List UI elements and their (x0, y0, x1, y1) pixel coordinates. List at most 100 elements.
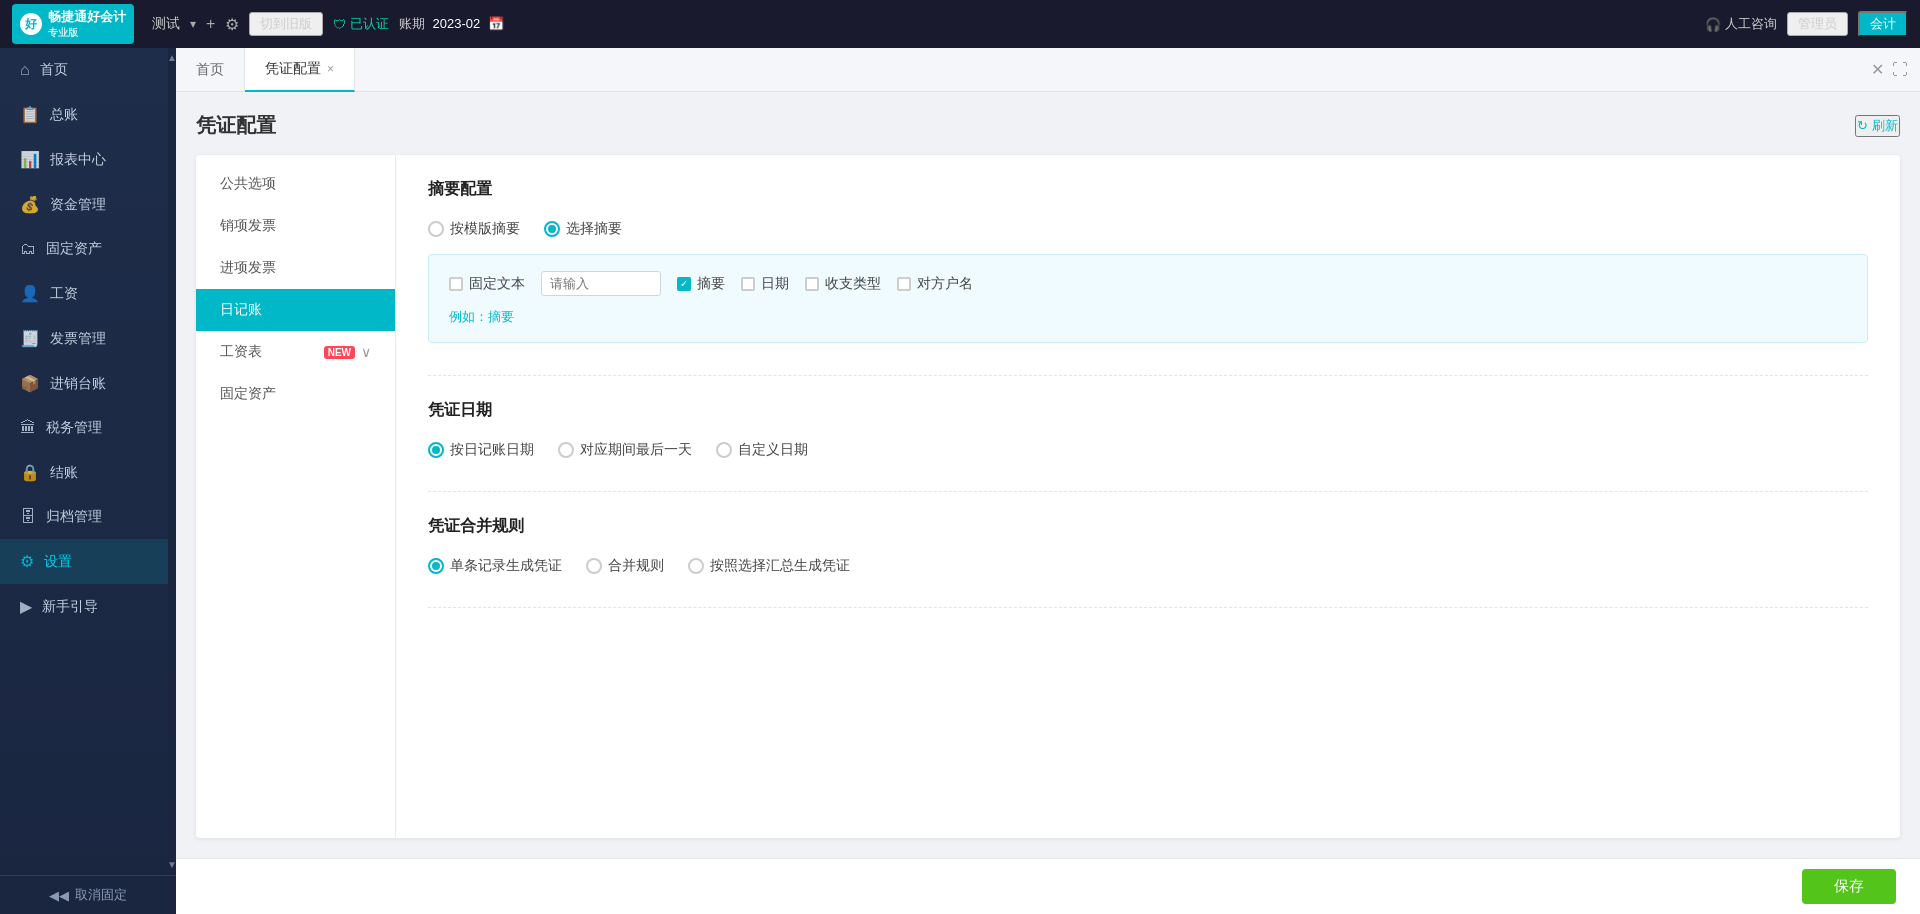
merge-radio-rule[interactable]: 合并规则 (586, 557, 664, 575)
merge-radio-selection[interactable]: 按照选择汇总生成凭证 (688, 557, 850, 575)
logo-icon: 好 (20, 13, 42, 35)
sidebar-item-asset[interactable]: 🗂 固定资产 (0, 227, 176, 271)
merge-section-title: 凭证合并规则 (428, 516, 1868, 537)
home-icon: ⌂ (20, 61, 30, 79)
date-radio-custom[interactable]: 自定义日期 (716, 441, 808, 459)
tab-close-icon[interactable]: × (327, 62, 334, 76)
consult-button[interactable]: 🎧 人工咨询 (1705, 15, 1777, 33)
gear-sidebar-icon: ⚙ (20, 552, 34, 571)
topbar: 好 畅捷通好会计 专业版 测试 ▾ + ⚙ 切到旧版 🛡 已认证 账期 2023… (0, 0, 1920, 48)
payment-type-checkbox-box (805, 277, 819, 291)
left-nav-sales-invoice[interactable]: 销项发票 (196, 205, 395, 247)
tab-bar: 首页 凭证配置 × ✕ ⛶ (176, 48, 1920, 92)
unpin-icon: ◀◀ (49, 888, 69, 903)
sidebar-scroll-up[interactable]: ▲ (167, 52, 177, 63)
merge-radio-single[interactable]: 单条记录生成凭证 (428, 557, 562, 575)
add-project-button[interactable]: + (206, 15, 215, 33)
refresh-icon: ↻ (1857, 118, 1868, 133)
date-checkbox-box (741, 277, 755, 291)
summary-section-title: 摘要配置 (428, 179, 1868, 200)
date-radio-group: 按日记账日期 对应期间最后一天 自定义日期 (428, 441, 1868, 459)
page-header: 凭证配置 ↻ 刷新 (196, 112, 1900, 139)
sidebar-item-report[interactable]: 📊 报表中心 (0, 137, 176, 182)
sidebar-item-tax[interactable]: 🏛 税务管理 (0, 406, 176, 450)
logo: 好 畅捷通好会计 专业版 (12, 4, 134, 44)
fixed-text-checkbox-box (449, 277, 463, 291)
invoice-icon: 🧾 (20, 329, 40, 348)
guide-icon: ▶ (20, 597, 32, 616)
headset-icon: 🎧 (1705, 17, 1721, 32)
tab-home[interactable]: 首页 (176, 48, 245, 92)
sidebar-item-home[interactable]: ⌂ 首页 (0, 48, 176, 92)
left-nav-payroll-table[interactable]: 工资表 true NEW ∨ (196, 331, 395, 373)
summary-radio-group: 按模版摘要 选择摘要 (428, 220, 1868, 238)
summary-example: 例如：摘要 (449, 308, 1847, 326)
sidebar-item-guide[interactable]: ▶ 新手引导 (0, 584, 176, 629)
left-nav-journal[interactable]: 日记账 (196, 289, 395, 331)
summary-section: 摘要配置 按模版摘要 选择摘要 (428, 179, 1868, 343)
payment-type-checkbox[interactable]: 收支类型 (805, 275, 881, 293)
old-version-button[interactable]: 切到旧版 (249, 12, 323, 36)
radio-select-circle (544, 221, 560, 237)
expand-button[interactable]: ⛶ (1892, 61, 1908, 79)
cancel-fixed-button[interactable]: ◀◀ 取消固定 (0, 875, 176, 914)
sidebar-item-archive[interactable]: 🗄 归档管理 (0, 495, 176, 539)
divider-1 (428, 375, 1868, 376)
project-dropdown[interactable]: ▾ (190, 17, 196, 31)
refresh-button[interactable]: ↻ 刷新 (1855, 115, 1900, 137)
split-panel: 公共选项 销项发票 进项发票 日记账 工资表 true (196, 155, 1900, 838)
summary-radio-template[interactable]: 按模版摘要 (428, 220, 520, 238)
date-radio-last[interactable]: 对应期间最后一天 (558, 441, 692, 459)
left-nav: 公共选项 销项发票 进项发票 日记账 工资表 true (196, 155, 396, 838)
manager-button[interactable]: 管理员 (1787, 12, 1848, 36)
sidebar-scroll-down[interactable]: ▼ (167, 859, 177, 870)
divider-3 (428, 607, 1868, 608)
sidebar-item-invoice[interactable]: 🧾 发票管理 (0, 316, 176, 361)
sidebar-item-settings[interactable]: ⚙ 设置 (0, 539, 176, 584)
project-name: 测试 (152, 15, 180, 33)
tax-icon: 🏛 (20, 419, 36, 437)
radio-rule-circle (586, 558, 602, 574)
date-radio-journal[interactable]: 按日记账日期 (428, 441, 534, 459)
merge-radio-group: 单条记录生成凭证 合并规则 按照选择汇总生成凭证 (428, 557, 1868, 575)
counterpart-checkbox[interactable]: 对方户名 (897, 275, 973, 293)
calendar-icon[interactable]: 📅 (488, 16, 504, 31)
summary-checkbox[interactable]: 摘要 (677, 275, 725, 293)
report-icon: 📊 (20, 150, 40, 169)
summary-radio-select[interactable]: 选择摘要 (544, 220, 622, 238)
merge-section: 凭证合并规则 单条记录生成凭证 合并规则 (428, 516, 1868, 575)
fixed-text-input[interactable] (541, 271, 661, 296)
shield-icon: 🛡 (333, 17, 346, 32)
left-nav-purchase-invoice[interactable]: 进项发票 (196, 247, 395, 289)
date-checkbox[interactable]: 日期 (741, 275, 789, 293)
sidebar-item-fund[interactable]: 💰 资金管理 (0, 182, 176, 227)
date-section-title: 凭证日期 (428, 400, 1868, 421)
sales-icon: 📦 (20, 374, 40, 393)
sidebar-item-ledger[interactable]: 📋 总账 (0, 92, 176, 137)
sidebar-item-sales[interactable]: 📦 进销台账 (0, 361, 176, 406)
tab-voucher-config[interactable]: 凭证配置 × (245, 48, 355, 92)
settings-gear-icon[interactable]: ⚙ (225, 15, 239, 34)
close-tab-button[interactable]: ✕ (1871, 60, 1884, 79)
save-button[interactable]: 保存 (1802, 869, 1896, 904)
sidebar-item-close[interactable]: 🔒 结账 (0, 450, 176, 495)
left-nav-fixed-asset[interactable]: 固定资产 (196, 373, 395, 415)
radio-single-circle (428, 558, 444, 574)
sidebar-item-payroll[interactable]: 👤 工资 (0, 271, 176, 316)
new-badge-label: NEW (324, 346, 355, 359)
fixed-text-checkbox[interactable]: 固定文本 (449, 275, 525, 293)
radio-journal-circle (428, 442, 444, 458)
left-nav-public[interactable]: 公共选项 (196, 163, 395, 205)
period-label: 账期 2023-02 📅 (399, 15, 504, 33)
ledger-icon: 📋 (20, 105, 40, 124)
summary-config-row: 固定文本 摘要 日期 (449, 271, 1847, 296)
right-panel: 摘要配置 按模版摘要 选择摘要 (396, 155, 1900, 838)
counterpart-checkbox-box (897, 277, 911, 291)
sidebar: ▲ ▼ ⌂ 首页 📋 总账 📊 报表中心 💰 资金管理 🗂 固定资产 (0, 48, 176, 914)
date-section: 凭证日期 按日记账日期 对应期间最后一天 (428, 400, 1868, 459)
bottom-bar: 保存 (176, 858, 1920, 914)
radio-custom-circle (716, 442, 732, 458)
radio-selection-circle (688, 558, 704, 574)
certified-status: 🛡 已认证 (333, 15, 389, 33)
accountant-button[interactable]: 会计 (1858, 11, 1908, 37)
